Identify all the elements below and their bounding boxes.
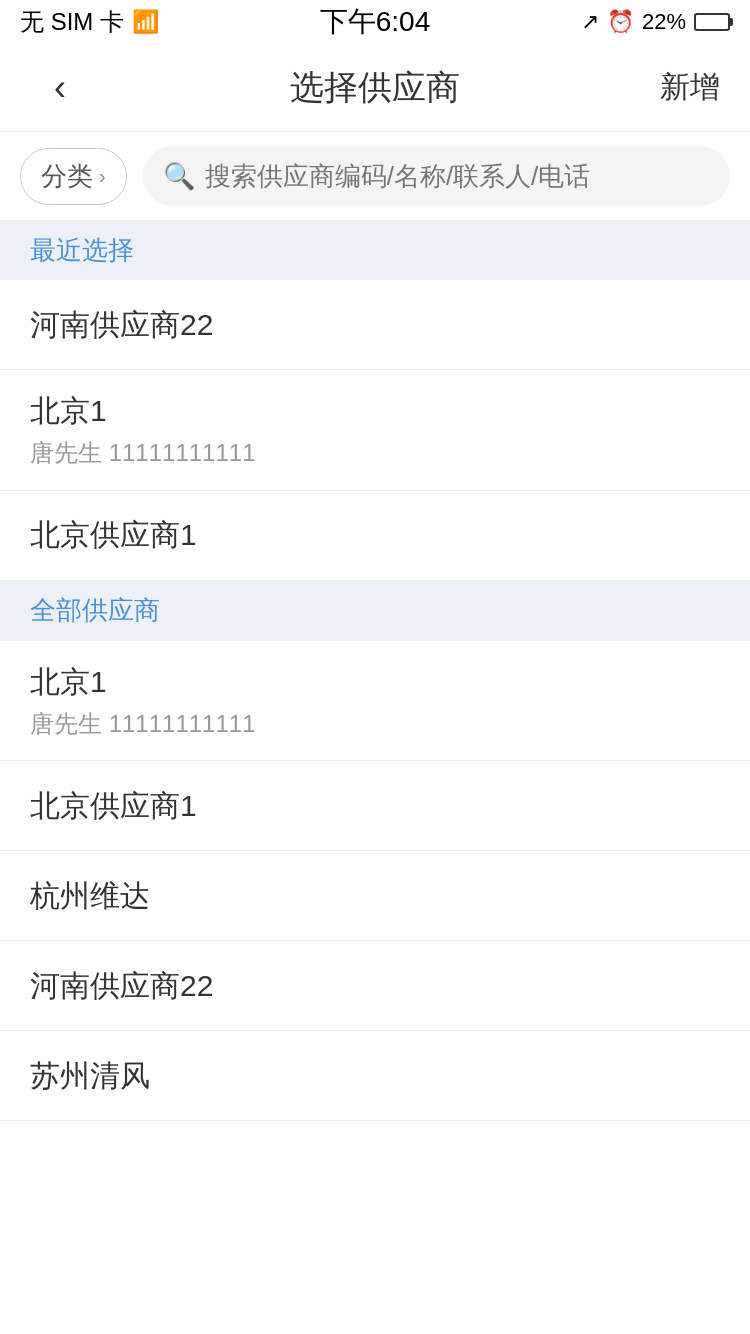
battery-percent: 22%: [642, 9, 686, 35]
search-input[interactable]: [205, 161, 710, 192]
list-item[interactable]: 北京1 唐先生 11111111111: [0, 641, 750, 762]
supplier-contact: 唐先生 11111111111: [30, 707, 720, 741]
list-item[interactable]: 杭州维达: [0, 851, 750, 941]
recent-section-label: 最近选择: [30, 233, 134, 268]
supplier-name: 河南供应商22: [30, 304, 720, 346]
list-item[interactable]: 河南供应商22: [0, 280, 750, 370]
list-item[interactable]: 北京供应商1: [0, 491, 750, 581]
add-button[interactable]: 新增: [660, 67, 720, 108]
location-icon: ↗: [581, 9, 599, 35]
list-item[interactable]: 北京供应商1: [0, 761, 750, 851]
alarm-icon: ⏰: [607, 9, 634, 35]
recent-list: 河南供应商22 北京1 唐先生 11111111111 北京供应商1: [0, 280, 750, 581]
list-item[interactable]: 北京1 唐先生 11111111111: [0, 370, 750, 491]
supplier-name: 杭州维达: [30, 875, 720, 917]
category-button[interactable]: 分类 ›: [20, 148, 127, 205]
carrier-text: 无 SIM 卡: [20, 6, 124, 38]
all-section-header: 全部供应商: [0, 581, 750, 641]
status-right: ↗ ⏰ 22%: [581, 9, 730, 35]
recent-section-header: 最近选择: [0, 220, 750, 280]
supplier-name: 北京供应商1: [30, 514, 720, 556]
list-item[interactable]: 河南供应商22: [0, 941, 750, 1031]
search-icon: 🔍: [163, 161, 195, 192]
all-list: 北京1 唐先生 11111111111 北京供应商1 杭州维达河南供应商22 苏州清风: [0, 641, 750, 1122]
supplier-name: 河南供应商22: [30, 965, 720, 1007]
supplier-contact: 唐先生 11111111111: [30, 436, 720, 470]
wifi-icon: 📶: [132, 9, 159, 35]
back-icon: ‹: [54, 67, 66, 109]
search-box[interactable]: 🔍: [143, 146, 730, 206]
supplier-name: 苏州清风: [30, 1055, 720, 1097]
page-title: 选择供应商: [290, 65, 460, 111]
status-time: 下午6:04: [320, 3, 431, 41]
chevron-right-icon: ›: [99, 165, 106, 188]
supplier-name: 北京1: [30, 390, 720, 432]
back-button[interactable]: ‹: [30, 58, 90, 118]
status-left: 无 SIM 卡 📶: [20, 6, 159, 38]
category-label: 分类: [41, 159, 93, 194]
supplier-name: 北京1: [30, 661, 720, 703]
filter-bar: 分类 › 🔍: [0, 132, 750, 220]
all-section-label: 全部供应商: [30, 593, 160, 628]
battery-icon: [694, 13, 730, 31]
status-bar: 无 SIM 卡 📶 下午6:04 ↗ ⏰ 22%: [0, 0, 750, 44]
nav-bar: ‹ 选择供应商 新增: [0, 44, 750, 132]
supplier-name: 北京供应商1: [30, 785, 720, 827]
list-item[interactable]: 苏州清风: [0, 1031, 750, 1121]
